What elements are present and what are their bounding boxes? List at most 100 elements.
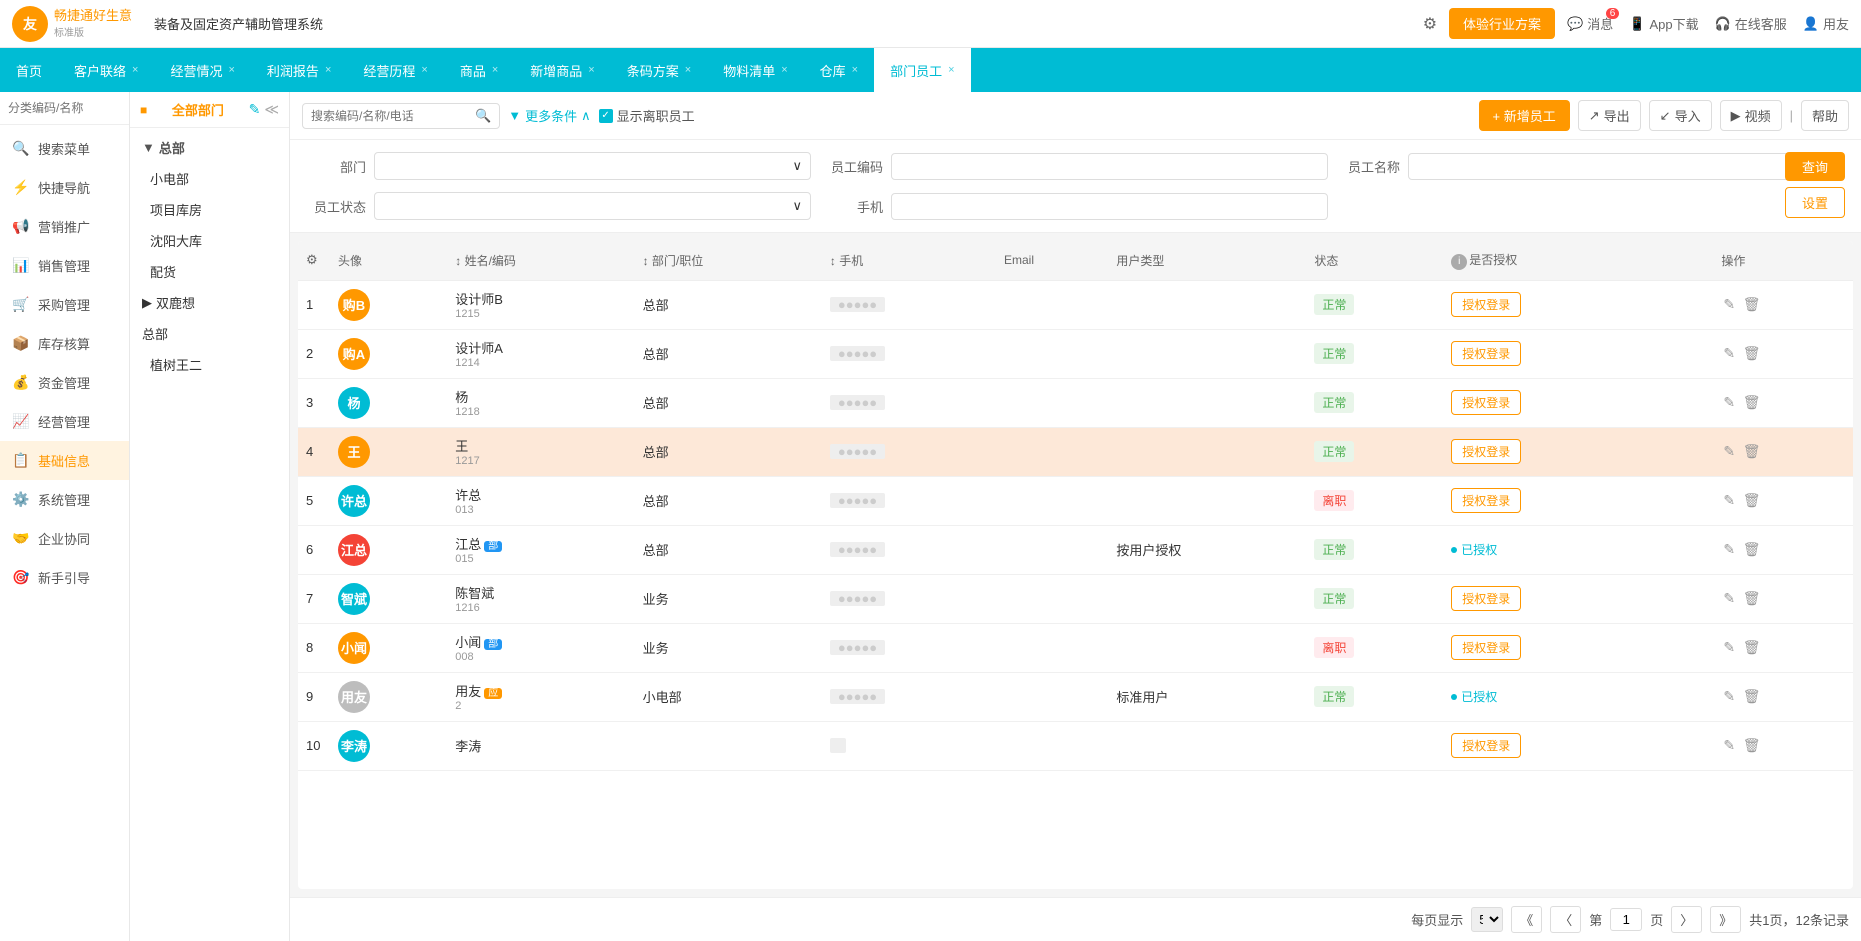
authorize-btn[interactable]: 授权登录 <box>1451 341 1521 366</box>
app-download-button[interactable]: 📱 App下载 <box>1629 14 1698 33</box>
current-page-input[interactable] <box>1610 908 1642 931</box>
col-gear[interactable]: ⚙ <box>298 241 330 280</box>
col-dept[interactable]: ↕ 部门/职位 <box>635 241 822 280</box>
video-button[interactable]: ▶ 视频 <box>1720 100 1782 131</box>
delete-btn[interactable]: 🗑 <box>1743 492 1761 508</box>
nav-warehouse[interactable]: 仓库 × <box>804 48 874 92</box>
edit-btn[interactable]: ✎ <box>1723 443 1735 459</box>
sidebar-item-finance[interactable]: 💰资金管理 <box>0 363 129 402</box>
phone-input[interactable] <box>891 193 1328 220</box>
dept-item-zhishu[interactable]: 植树王二 <box>130 349 289 380</box>
nav-customer[interactable]: 客户联络 × <box>58 48 154 92</box>
sidebar-item-basic[interactable]: 📋基础信息 <box>0 441 129 480</box>
authorize-btn[interactable]: 授权登录 <box>1451 439 1521 464</box>
online-service-button[interactable]: 🎧 在线客服 <box>1715 14 1787 33</box>
edit-btn[interactable]: ✎ <box>1723 492 1735 508</box>
employee-dept: 小电部 <box>643 690 682 705</box>
more-actions-icon[interactable]: | <box>1790 108 1793 123</box>
authorize-btn[interactable]: 授权登录 <box>1451 390 1521 415</box>
edit-btn[interactable]: ✎ <box>1723 590 1735 606</box>
nav-dept-staff[interactable]: 部门员工 × <box>874 48 970 92</box>
dept-item-zongbu-parent[interactable]: ▼ 总部 <box>130 132 289 163</box>
nav-goods[interactable]: 商品 × <box>444 48 514 92</box>
try-button[interactable]: 体验行业方案 <box>1449 8 1555 39</box>
reset-button[interactable]: 设置 <box>1785 187 1845 218</box>
sidebar-item-nav[interactable]: ⚡快捷导航 <box>0 168 129 207</box>
collapse-icon[interactable]: ≪ <box>264 101 279 118</box>
sidebar-search-input[interactable] <box>8 101 130 115</box>
nav-history[interactable]: 经营历程 × <box>347 48 443 92</box>
dept-item-project[interactable]: 项目库房 <box>130 194 289 225</box>
nav-home[interactable]: 首页 <box>0 48 58 92</box>
edit-btn[interactable]: ✎ <box>1723 296 1735 312</box>
sidebar-item-sales[interactable]: 📊销售管理 <box>0 246 129 285</box>
nav-new-goods[interactable]: 新增商品 × <box>514 48 610 92</box>
more-filter-btn[interactable]: ▼ 更多条件 ∧ <box>508 106 590 125</box>
sidebar-item-system[interactable]: ⚙️系统管理 <box>0 480 129 519</box>
search-submit-icon[interactable]: 🔍 <box>475 108 491 124</box>
emp-code-input[interactable] <box>891 153 1328 180</box>
edit-btn[interactable]: ✎ <box>1723 737 1735 753</box>
dept-item-xiaodibu[interactable]: 小电部 <box>130 163 289 194</box>
sidebar-item-inventory[interactable]: 📦库存核算 <box>0 324 129 363</box>
export-button[interactable]: ↗ 导出 <box>1578 100 1641 131</box>
first-page-btn[interactable]: 《 <box>1511 906 1542 933</box>
delete-btn[interactable]: 🗑 <box>1743 737 1761 753</box>
sidebar-item-purchase[interactable]: 🛒采购管理 <box>0 285 129 324</box>
edit-btn[interactable]: ✎ <box>1723 345 1735 361</box>
col-name[interactable]: ↕ 姓名/编码 <box>447 241 634 280</box>
delete-btn[interactable]: 🗑 <box>1743 394 1761 410</box>
import-button[interactable]: ↙ 导入 <box>1649 100 1712 131</box>
row-extra-cell <box>1653 378 1713 427</box>
nav-business[interactable]: 经营情况 × <box>154 48 250 92</box>
authorize-btn[interactable]: 授权登录 <box>1451 733 1521 758</box>
sidebar-item-guide[interactable]: 🎯新手引导 <box>0 558 129 597</box>
search-input[interactable] <box>311 109 471 123</box>
authorize-btn[interactable]: 授权登录 <box>1451 586 1521 611</box>
prev-page-btn[interactable]: 〈 <box>1550 906 1581 933</box>
delete-btn[interactable]: 🗑 <box>1743 639 1761 655</box>
add-employee-button[interactable]: + 新增员工 <box>1479 100 1570 131</box>
status-select[interactable]: ∨ <box>374 192 811 220</box>
arrow-right-icon: ▶ <box>142 295 152 311</box>
message-button[interactable]: 💬 消息 6 <box>1567 14 1613 33</box>
page-label: 第 <box>1589 910 1602 929</box>
edit-btn[interactable]: ✎ <box>1723 541 1735 557</box>
user-button[interactable]: 👤 用友 <box>1803 14 1849 33</box>
settings-icon[interactable]: ⚙ <box>1423 14 1437 34</box>
col-phone[interactable]: ↕ 手机 <box>822 241 996 280</box>
edit-dept-icon[interactable]: ✎ <box>249 101 261 118</box>
next-page-btn[interactable]: 〉 <box>1671 906 1702 933</box>
delete-btn[interactable]: 🗑 <box>1743 541 1761 557</box>
sidebar-item-marketing[interactable]: 📢营销推广 <box>0 207 129 246</box>
delete-btn[interactable]: 🗑 <box>1743 590 1761 606</box>
edit-btn[interactable]: ✎ <box>1723 639 1735 655</box>
last-page-btn[interactable]: 》 <box>1710 906 1741 933</box>
emp-name-input[interactable] <box>1408 153 1845 180</box>
per-page-select[interactable]: 50 100 <box>1471 907 1503 932</box>
edit-btn[interactable]: ✎ <box>1723 688 1735 704</box>
sidebar-item-collab[interactable]: 🤝企业协同 <box>0 519 129 558</box>
row-extra-cell <box>1653 329 1713 378</box>
delete-btn[interactable]: 🗑 <box>1743 688 1761 704</box>
nav-barcode[interactable]: 条码方案 × <box>611 48 707 92</box>
dept-item-shenyang[interactable]: 沈阳大库 <box>130 225 289 256</box>
sidebar-item-search[interactable]: 🔍搜索菜单 <box>0 129 129 168</box>
sidebar-item-operation[interactable]: 📈经营管理 <box>0 402 129 441</box>
search-button[interactable]: 查询 <box>1785 152 1845 181</box>
help-button[interactable]: 帮助 <box>1801 100 1849 131</box>
edit-btn[interactable]: ✎ <box>1723 394 1735 410</box>
dept-item-shuanglu[interactable]: ▶ 双鹿想 <box>130 287 289 318</box>
nav-material[interactable]: 物料清单 × <box>707 48 803 92</box>
show-resigned-toggle[interactable]: ✓ 显示离职员工 <box>599 106 695 125</box>
delete-btn[interactable]: 🗑 <box>1743 296 1761 312</box>
authorize-btn[interactable]: 授权登录 <box>1451 635 1521 660</box>
authorize-btn[interactable]: 授权登录 <box>1451 292 1521 317</box>
delete-btn[interactable]: 🗑 <box>1743 345 1761 361</box>
nav-profit[interactable]: 利润报告 × <box>251 48 347 92</box>
dept-item-zongbu[interactable]: 总部 <box>130 318 289 349</box>
dept-select[interactable]: ∨ <box>374 152 811 180</box>
authorize-btn[interactable]: 授权登录 <box>1451 488 1521 513</box>
dept-item-peihuo[interactable]: 配货 <box>130 256 289 287</box>
delete-btn[interactable]: 🗑 <box>1743 443 1761 459</box>
